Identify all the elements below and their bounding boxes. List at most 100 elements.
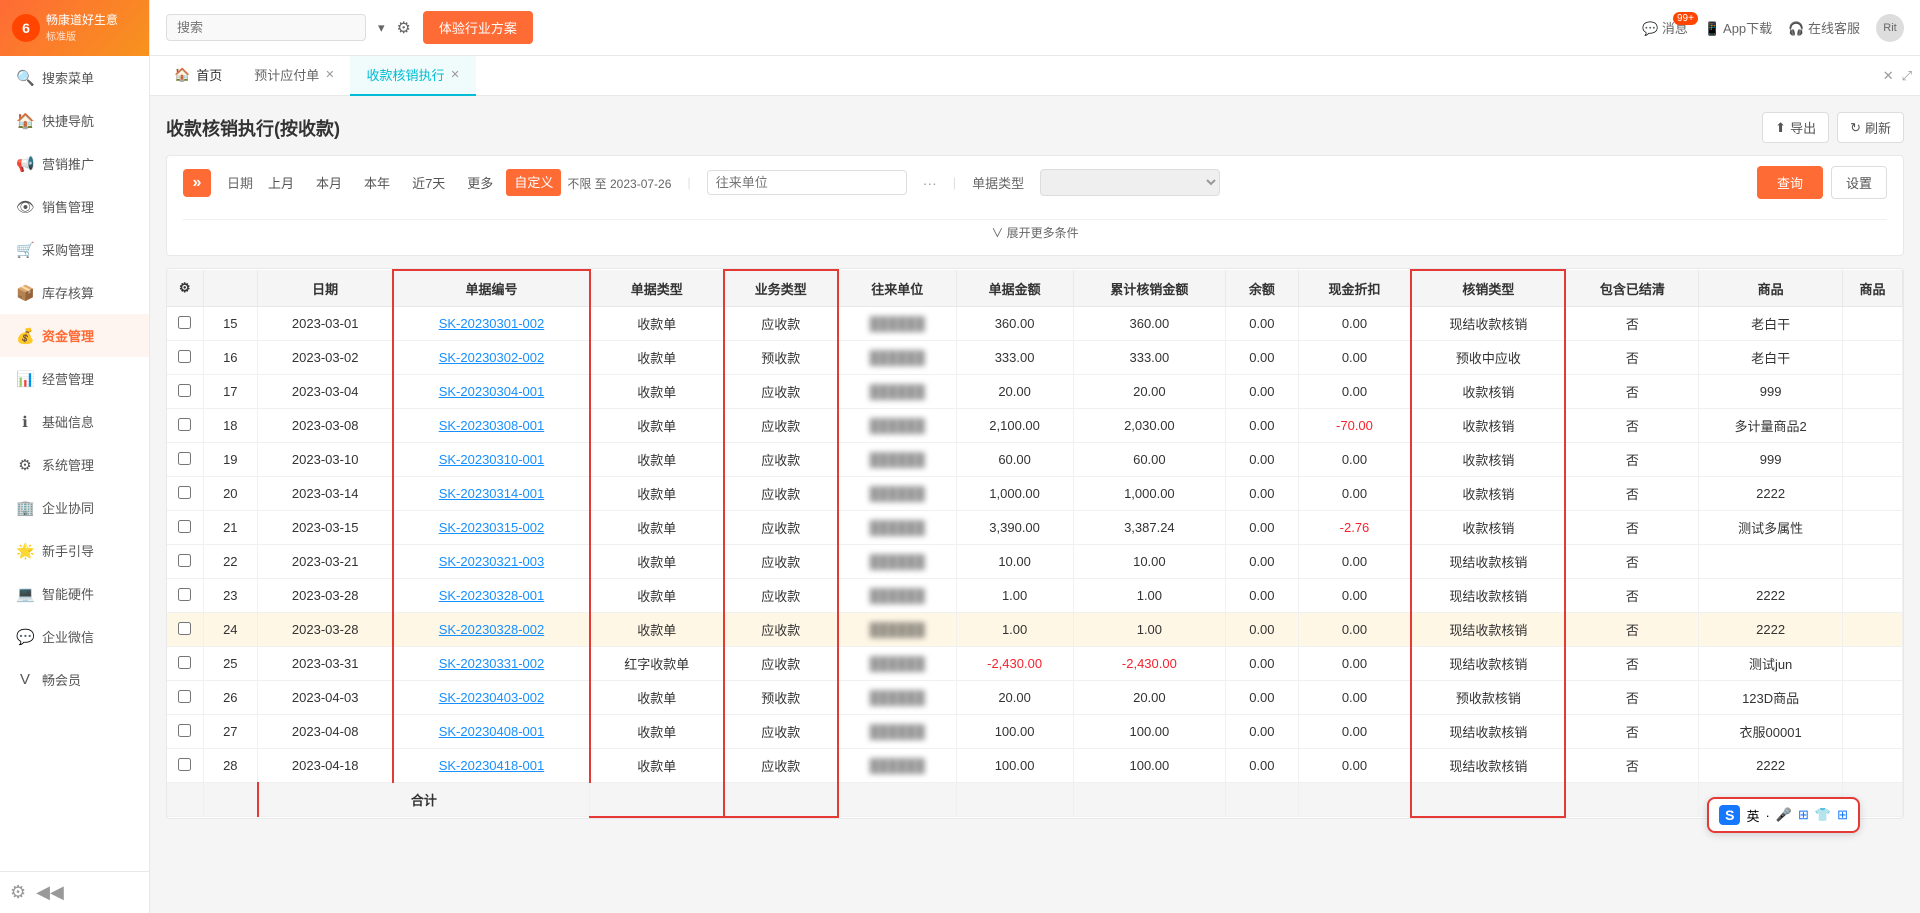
- tab-close-all-icon[interactable]: ✕: [1883, 68, 1894, 84]
- cell-product2: [1843, 715, 1903, 749]
- sidebar-item-sales[interactable]: 👁销售管理: [0, 185, 149, 228]
- sidebar-item-marketing[interactable]: 📢营销推广: [0, 142, 149, 185]
- user-avatar[interactable]: Rit: [1876, 14, 1904, 42]
- table-scroll-area[interactable]: ⚙ 日期 单据编号 单据类型 业务类型 往来单位 单据金额 累计核销金额 余额 …: [167, 269, 1903, 818]
- sidebar-item-hardware[interactable]: 💻智能硬件: [0, 572, 149, 615]
- cell-check[interactable]: [167, 443, 203, 477]
- date-btn-7days[interactable]: 近7天: [403, 169, 454, 196]
- doc-no-link[interactable]: SK-20230304-001: [439, 384, 545, 399]
- export-button[interactable]: ⬆ 导出: [1762, 112, 1829, 143]
- cell-date: 2023-03-02: [258, 341, 394, 375]
- date-btn-this-year[interactable]: 本年: [355, 169, 399, 196]
- cell-cash-discount: 0.00: [1298, 545, 1411, 579]
- cell-check[interactable]: [167, 409, 203, 443]
- cell-check[interactable]: [167, 749, 203, 783]
- query-button[interactable]: 查询: [1757, 166, 1823, 199]
- doc-no-link[interactable]: SK-20230331-002: [439, 656, 545, 671]
- cell-biz-type: 应收款: [724, 545, 838, 579]
- cell-partner: ██████: [838, 341, 956, 375]
- sidebar-item-member[interactable]: V畅会员: [0, 658, 149, 701]
- notification-area[interactable]: 💬 消息 99+: [1642, 18, 1688, 37]
- cell-doc-no: SK-20230304-001: [393, 375, 590, 409]
- doc-type-select[interactable]: [1040, 169, 1220, 196]
- sidebar-item-quicknav[interactable]: 🏠快捷导航: [0, 99, 149, 142]
- cell-check[interactable]: [167, 579, 203, 613]
- cell-check[interactable]: [167, 681, 203, 715]
- floating-label-1[interactable]: 英: [1746, 806, 1759, 825]
- solution-button[interactable]: 体验行业方案: [423, 11, 533, 44]
- settings-gear-icon[interactable]: ⚙: [10, 882, 26, 903]
- topbar-gear-icon[interactable]: ⚙: [397, 18, 411, 38]
- sidebar-item-inventory[interactable]: 📦库存核算: [0, 271, 149, 314]
- setting-button[interactable]: 设置: [1831, 166, 1887, 199]
- sidebar-item-system[interactable]: ⚙系统管理: [0, 443, 149, 486]
- more-options-icon[interactable]: ···: [923, 175, 937, 191]
- doc-no-link[interactable]: SK-20230418-001: [439, 758, 545, 773]
- floating-shirt-icon[interactable]: 👕: [1815, 807, 1831, 823]
- sidebar-item-basic[interactable]: ℹ基础信息: [0, 400, 149, 443]
- doc-no-link[interactable]: SK-20230321-003: [439, 554, 545, 569]
- tab-expand-icon[interactable]: ⤢: [1902, 68, 1912, 84]
- date-custom-btn[interactable]: 自定义: [506, 169, 561, 196]
- app-download-link[interactable]: 📱 App下载: [1704, 18, 1772, 37]
- cell-check[interactable]: [167, 715, 203, 749]
- filter-toggle-btn[interactable]: »: [183, 169, 211, 197]
- tab-prepay[interactable]: 预计应付单 ✕: [238, 56, 350, 96]
- cell-doc-type: 红字收款单: [590, 647, 724, 681]
- collapse-icon[interactable]: ◀◀: [36, 882, 64, 903]
- floating-apps-icon[interactable]: ⊞: [1837, 807, 1848, 823]
- cell-accum-amount: 10.00: [1073, 545, 1226, 579]
- sidebar-item-guide[interactable]: 🌟新手引导: [0, 529, 149, 572]
- date-btn-last-month[interactable]: 上月: [259, 169, 303, 196]
- online-service-link[interactable]: 🎧 在线客服: [1788, 18, 1860, 37]
- sidebar-item-purchase[interactable]: 🛒采购管理: [0, 228, 149, 271]
- date-btn-more[interactable]: 更多: [458, 169, 502, 196]
- sidebar-item-operations[interactable]: 📊经营管理: [0, 357, 149, 400]
- doc-no-link[interactable]: SK-20230308-001: [439, 418, 545, 433]
- doc-no-link[interactable]: SK-20230403-002: [439, 690, 545, 705]
- cell-product2: [1843, 749, 1903, 783]
- cell-check[interactable]: [167, 477, 203, 511]
- date-btn-this-month[interactable]: 本月: [307, 169, 351, 196]
- floating-mic-icon[interactable]: 🎤: [1776, 807, 1792, 823]
- cell-cash-discount: 0.00: [1298, 647, 1411, 681]
- cell-include-settled: 否: [1565, 681, 1698, 715]
- cell-biz-type: 应收款: [724, 613, 838, 647]
- cell-check[interactable]: [167, 375, 203, 409]
- cell-check[interactable]: [167, 647, 203, 681]
- cell-balance: 0.00: [1226, 613, 1298, 647]
- expand-more-btn[interactable]: ∨ 展开更多条件: [183, 219, 1887, 245]
- headset-icon: 🎧: [1788, 21, 1804, 36]
- sidebar-item-search[interactable]: 🔍搜索菜单: [0, 56, 149, 99]
- doc-no-link[interactable]: SK-20230328-002: [439, 622, 545, 637]
- tab-home[interactable]: 🏠 首页: [158, 56, 238, 96]
- doc-no-link[interactable]: SK-20230302-002: [439, 350, 545, 365]
- cell-check[interactable]: [167, 341, 203, 375]
- cell-balance: 0.00: [1226, 409, 1298, 443]
- cell-check[interactable]: [167, 545, 203, 579]
- doc-no-link[interactable]: SK-20230328-001: [439, 588, 545, 603]
- refresh-button[interactable]: ↻ 刷新: [1837, 112, 1904, 143]
- doc-no-link[interactable]: SK-20230315-002: [439, 520, 545, 535]
- nav-icon-search: 🔍: [16, 69, 34, 87]
- floating-grid-icon[interactable]: ⊞: [1798, 807, 1809, 823]
- table-row: 24 2023-03-28 SK-20230328-002 收款单 应收款 ██…: [167, 613, 1903, 647]
- doc-no-link[interactable]: SK-20230301-002: [439, 316, 545, 331]
- cell-check[interactable]: [167, 613, 203, 647]
- sidebar-item-enterprise[interactable]: 🏢企业协同: [0, 486, 149, 529]
- doc-no-link[interactable]: SK-20230314-001: [439, 486, 545, 501]
- logo: 6 畅康道好生意 标准版: [0, 0, 149, 56]
- tab-prepay-close[interactable]: ✕: [325, 68, 334, 81]
- sidebar-item-finance[interactable]: 💰资金管理: [0, 314, 149, 357]
- cell-check[interactable]: [167, 511, 203, 545]
- doc-no-link[interactable]: SK-20230408-001: [439, 724, 545, 739]
- doc-no-link[interactable]: SK-20230310-001: [439, 452, 545, 467]
- tab-bar: 🏠 首页 预计应付单 ✕ 收款核销执行 ✕ ✕ ⤢: [150, 56, 1920, 96]
- sidebar-item-wechat[interactable]: 💬企业微信: [0, 615, 149, 658]
- cell-check[interactable]: [167, 307, 203, 341]
- topbar-dropdown-arrow[interactable]: ▾: [378, 20, 385, 36]
- tab-receipt[interactable]: 收款核销执行 ✕: [350, 56, 475, 96]
- partner-input[interactable]: [707, 170, 907, 195]
- tab-receipt-close[interactable]: ✕: [450, 68, 459, 81]
- search-input[interactable]: [166, 14, 366, 41]
